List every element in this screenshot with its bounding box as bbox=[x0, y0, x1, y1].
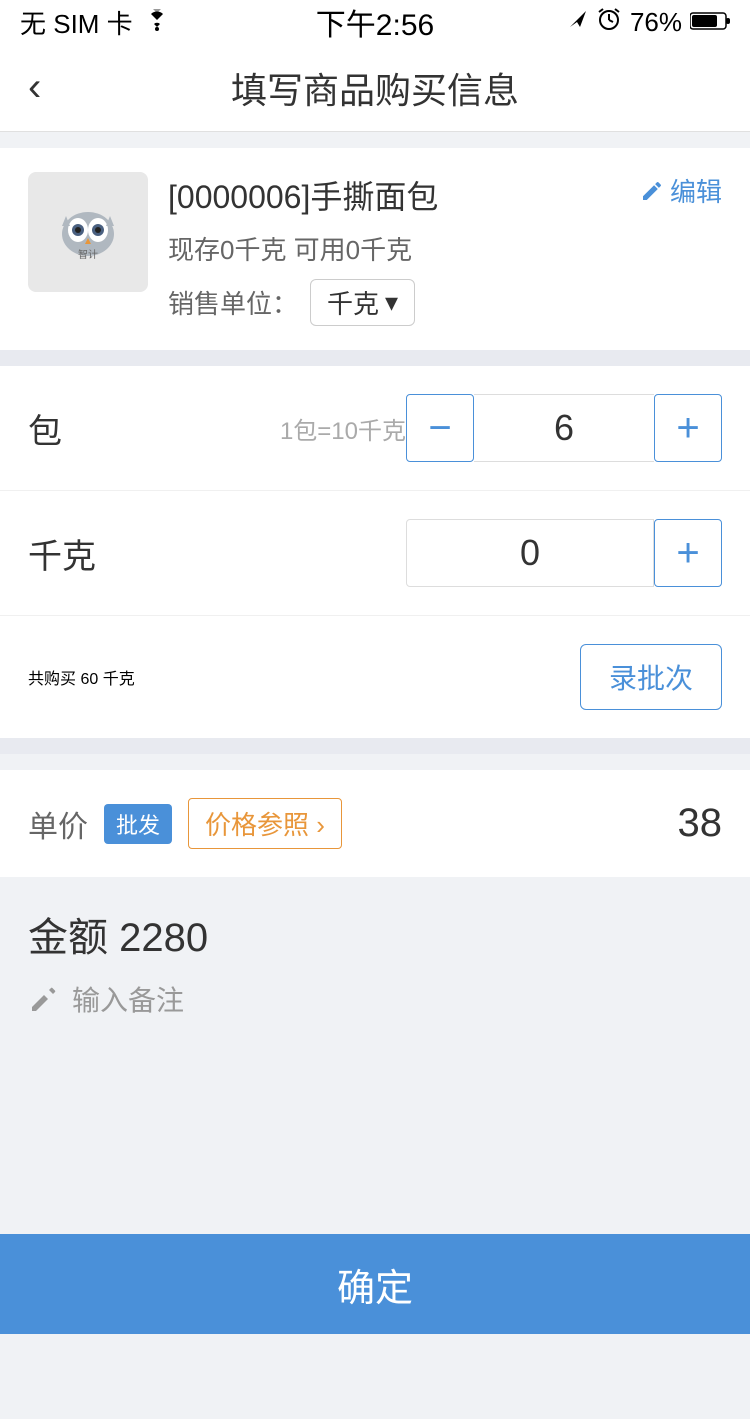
amount-section: 金额 2280 输入备注 bbox=[0, 877, 750, 1039]
product-unit-row: 销售单位： 千克 ▾ bbox=[168, 279, 722, 326]
product-name: [0000006]手撕面包 bbox=[168, 172, 722, 218]
remark-label: 输入备注 bbox=[72, 979, 184, 1019]
product-thumbnail: 智计 bbox=[28, 172, 148, 292]
unit-label: 销售单位： bbox=[168, 284, 298, 321]
price-tag: 批发 bbox=[104, 804, 172, 844]
total-label: 共购买 60 千克 bbox=[28, 665, 135, 689]
price-section: 单价 批发 价格参照 › 38 bbox=[0, 770, 750, 877]
bottom-space bbox=[0, 1039, 750, 1419]
amount-label: 金额 2280 bbox=[28, 905, 722, 963]
page-title: 填写商品购买信息 bbox=[231, 62, 519, 114]
pack-hint: 1包=10千克 bbox=[280, 411, 406, 446]
divider-2 bbox=[0, 738, 750, 754]
product-info: [0000006]手撕面包 现存0千克 可用0千克 销售单位： 千克 ▾ bbox=[168, 172, 722, 326]
alarm-icon bbox=[596, 6, 622, 39]
edit-label: 编辑 bbox=[670, 172, 722, 209]
battery-text: 76% bbox=[630, 7, 682, 38]
confirm-btn-text: 确定 bbox=[337, 1257, 413, 1312]
price-row: 单价 批发 价格参照 › 38 bbox=[28, 798, 722, 849]
wifi-icon bbox=[141, 7, 173, 38]
pack-quantity-input[interactable] bbox=[474, 394, 654, 462]
edit-button[interactable]: 编辑 bbox=[640, 172, 722, 209]
unit-chevron-icon: ▾ bbox=[385, 287, 398, 318]
batch-button[interactable]: 录批次 bbox=[580, 644, 722, 710]
total-row: 共购买 60 千克 录批次 bbox=[0, 616, 750, 738]
nav-bar: ‹ 填写商品购买信息 bbox=[0, 44, 750, 132]
unit-value: 千克 bbox=[327, 284, 379, 321]
pack-plus-button[interactable]: + bbox=[654, 394, 722, 462]
kg-quantity-input[interactable] bbox=[406, 519, 654, 587]
status-right: 76% bbox=[566, 6, 730, 39]
price-label: 单价 bbox=[28, 802, 88, 846]
svg-text:智计: 智计 bbox=[78, 248, 98, 261]
price-ref-button[interactable]: 价格参照 › bbox=[188, 798, 342, 849]
status-left: 无 SIM 卡 bbox=[20, 4, 173, 41]
pencil-icon bbox=[28, 983, 60, 1015]
battery-icon bbox=[690, 7, 730, 38]
kg-quantity-control: + bbox=[406, 519, 722, 587]
pack-input-section: 包 1包=10千克 − + 千克 + bbox=[0, 366, 750, 616]
pack-minus-button[interactable]: − bbox=[406, 394, 474, 462]
status-time: 下午2:56 bbox=[316, 0, 434, 44]
divider-1 bbox=[0, 350, 750, 366]
kg-row: 千克 + bbox=[0, 491, 750, 616]
confirm-button[interactable]: 确定 bbox=[0, 1234, 750, 1334]
pack-quantity-control: − + bbox=[406, 394, 722, 462]
no-sim-text: 无 SIM 卡 bbox=[20, 4, 133, 41]
remark-row[interactable]: 输入备注 bbox=[28, 979, 722, 1019]
price-value: 38 bbox=[678, 801, 723, 846]
kg-label: 千克 bbox=[28, 529, 406, 578]
product-stock: 现存0千克 可用0千克 bbox=[168, 230, 722, 267]
unit-select[interactable]: 千克 ▾ bbox=[310, 279, 415, 326]
product-card: 智计 [0000006]手撕面包 现存0千克 可用0千克 销售单位： 千克 ▾ … bbox=[0, 148, 750, 350]
status-bar: 无 SIM 卡 下午2:56 76% bbox=[0, 0, 750, 44]
kg-plus-button[interactable]: + bbox=[654, 519, 722, 587]
pack-label: 包 bbox=[28, 404, 268, 453]
pack-row: 包 1包=10千克 − + bbox=[0, 366, 750, 491]
location-icon bbox=[566, 7, 588, 38]
back-button[interactable]: ‹ bbox=[28, 65, 41, 110]
